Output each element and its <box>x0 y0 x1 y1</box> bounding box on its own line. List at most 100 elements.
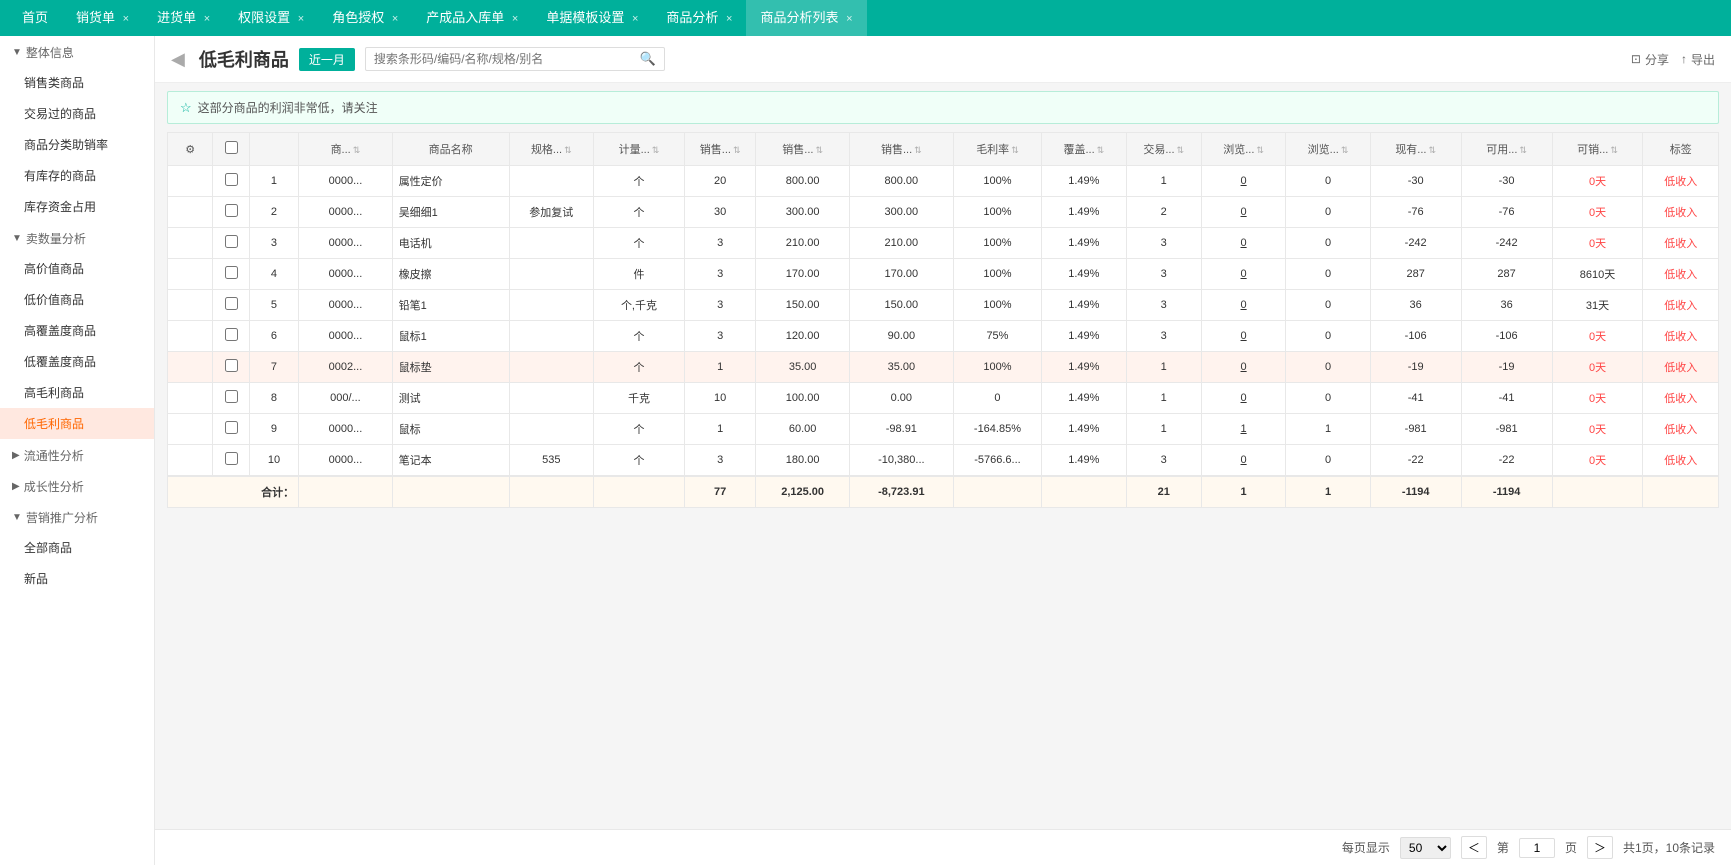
nav-close-permission[interactable]: × <box>298 13 304 25</box>
nav-close-analysis-list[interactable]: × <box>846 13 852 25</box>
search-input[interactable] <box>374 52 640 66</box>
sidebar-group-sell-qty[interactable]: ▼ 卖数量分析 <box>0 222 154 253</box>
row-browse1[interactable]: 0 <box>1201 383 1285 414</box>
sidebar-group-growth[interactable]: ▶ 成长性分析 <box>0 470 154 501</box>
row-checkbox[interactable] <box>213 352 249 383</box>
row-checkbox[interactable] <box>213 290 249 321</box>
row-sale-amt: 800.00 <box>849 166 953 197</box>
sidebar-item-high-coverage[interactable]: 高覆盖度商品 <box>0 315 154 346</box>
row-select-checkbox[interactable] <box>225 452 238 465</box>
sidebar-item-low-gross[interactable]: 低毛利商品 <box>0 408 154 439</box>
row-browse1[interactable]: 0 <box>1201 352 1285 383</box>
select-all-checkbox[interactable] <box>225 141 238 154</box>
nav-item-product[interactable]: 产成品入库单 × <box>412 0 532 36</box>
page-label: 第 <box>1497 839 1509 856</box>
sidebar-item-low-coverage[interactable]: 低覆盖度商品 <box>0 346 154 377</box>
row-browse1[interactable]: 0 <box>1201 228 1285 259</box>
col-browse1[interactable]: 浏览...⇅ <box>1201 133 1285 166</box>
prev-page-button[interactable]: ＜ <box>1461 836 1487 859</box>
sidebar-collapse-btn[interactable]: ◀ <box>171 49 185 70</box>
row-browse1[interactable]: 0 <box>1201 290 1285 321</box>
nav-close-role[interactable]: × <box>392 13 398 25</box>
nav-item-template[interactable]: 单据模板设置 × <box>532 0 652 36</box>
row-name: 鼠标垫 <box>392 352 509 383</box>
sidebar-item-low-value[interactable]: 低价值商品 <box>0 284 154 315</box>
nav-close-template[interactable]: × <box>632 13 638 25</box>
row-select-checkbox[interactable] <box>225 266 238 279</box>
col-sellable[interactable]: 可销...⇅ <box>1552 133 1643 166</box>
col-spec[interactable]: 规格...⇅ <box>509 133 593 166</box>
nav-close-product[interactable]: × <box>512 13 518 25</box>
row-browse1[interactable]: 0 <box>1201 259 1285 290</box>
page-size-select[interactable]: 50 100 200 <box>1400 837 1451 859</box>
row-sellable: 0天 <box>1552 166 1643 197</box>
row-trade: 3 <box>1126 445 1201 477</box>
nav-item-home[interactable]: 首页 <box>8 0 62 36</box>
col-unit[interactable]: 计量...⇅ <box>594 133 685 166</box>
sidebar-group-flow[interactable]: ▶ 流通性分析 <box>0 439 154 470</box>
col-browse2[interactable]: 浏览...⇅ <box>1286 133 1370 166</box>
col-qty[interactable]: 销售...⇅ <box>684 133 755 166</box>
sidebar-item-high-gross[interactable]: 高毛利商品 <box>0 377 154 408</box>
row-browse1[interactable]: 0 <box>1201 197 1285 228</box>
row-checkbox[interactable] <box>213 383 249 414</box>
row-select-checkbox[interactable] <box>225 328 238 341</box>
row-select-checkbox[interactable] <box>225 297 238 310</box>
row-select-checkbox[interactable] <box>225 204 238 217</box>
nav-item-sales[interactable]: 销货单 × <box>62 0 143 36</box>
col-sale-amt[interactable]: 销售...⇅ <box>849 133 953 166</box>
sidebar-item-in-stock[interactable]: 有库存的商品 <box>0 160 154 191</box>
sidebar-group-marketing[interactable]: ▼ 营销推广分析 <box>0 501 154 532</box>
search-icon[interactable]: 🔍 <box>640 51 656 67</box>
sidebar-item-sales-products[interactable]: 销售类商品 <box>0 67 154 98</box>
date-filter-button[interactable]: 近一月 <box>299 48 355 71</box>
row-browse1[interactable]: 0 <box>1201 445 1285 477</box>
row-select-checkbox[interactable] <box>225 359 238 372</box>
row-checkbox[interactable] <box>213 321 249 352</box>
row-sale-amt: 0.00 <box>849 383 953 414</box>
sidebar-group-arrow-marketing: ▼ <box>12 512 22 523</box>
share-button[interactable]: ⊡ 分享 <box>1631 51 1669 68</box>
row-browse1[interactable]: 0 <box>1201 166 1285 197</box>
sidebar-item-high-value[interactable]: 高价值商品 <box>0 253 154 284</box>
nav-close-purchase[interactable]: × <box>204 13 210 25</box>
row-browse1[interactable]: 1 <box>1201 414 1285 445</box>
row-select-checkbox[interactable] <box>225 421 238 434</box>
col-trade[interactable]: 交易...⇅ <box>1126 133 1201 166</box>
sidebar-item-category-rate[interactable]: 商品分类助销率 <box>0 129 154 160</box>
sidebar-item-stock-fund[interactable]: 库存资金占用 <box>0 191 154 222</box>
row-browse1[interactable]: 0 <box>1201 321 1285 352</box>
col-sale-price[interactable]: 销售...⇅ <box>756 133 850 166</box>
col-gross-rate[interactable]: 毛利率⇅ <box>953 133 1041 166</box>
row-checkbox[interactable] <box>213 228 249 259</box>
row-checkbox[interactable] <box>213 197 249 228</box>
col-avail[interactable]: 可用...⇅ <box>1461 133 1552 166</box>
sidebar-item-new-products[interactable]: 新品 <box>0 563 154 594</box>
nav-item-purchase[interactable]: 进货单 × <box>143 0 224 36</box>
sidebar-item-all-products[interactable]: 全部商品 <box>0 532 154 563</box>
col-settings[interactable]: ⚙ <box>168 133 213 166</box>
nav-close-sales[interactable]: × <box>123 13 129 25</box>
next-page-button[interactable]: ＞ <box>1587 836 1613 859</box>
sidebar-item-traded[interactable]: 交易过的商品 <box>0 98 154 129</box>
row-checkbox[interactable] <box>213 445 249 477</box>
col-code[interactable]: 商...⇅ <box>299 133 393 166</box>
row-checkbox[interactable] <box>213 259 249 290</box>
col-checkbox[interactable] <box>213 133 249 166</box>
export-button[interactable]: ↑ 导出 <box>1681 51 1715 68</box>
nav-item-permission[interactable]: 权限设置 × <box>224 0 318 36</box>
row-select-checkbox[interactable] <box>225 173 238 186</box>
page-number-input[interactable] <box>1519 838 1555 858</box>
nav-close-analysis[interactable]: × <box>726 13 732 25</box>
nav-item-analysis[interactable]: 商品分析 × <box>652 0 746 36</box>
row-select-checkbox[interactable] <box>225 235 238 248</box>
nav-item-analysis-list[interactable]: 商品分析列表 × <box>746 0 866 36</box>
sidebar-group-overall[interactable]: ▼ 整体信息 <box>0 36 154 67</box>
col-current[interactable]: 现有...⇅ <box>1370 133 1461 166</box>
row-select-checkbox[interactable] <box>225 390 238 403</box>
col-cover[interactable]: 覆盖...⇅ <box>1042 133 1126 166</box>
nav-item-role[interactable]: 角色授权 × <box>318 0 412 36</box>
row-checkbox[interactable] <box>213 166 249 197</box>
col-name[interactable]: 商品名称 <box>392 133 509 166</box>
row-checkbox[interactable] <box>213 414 249 445</box>
